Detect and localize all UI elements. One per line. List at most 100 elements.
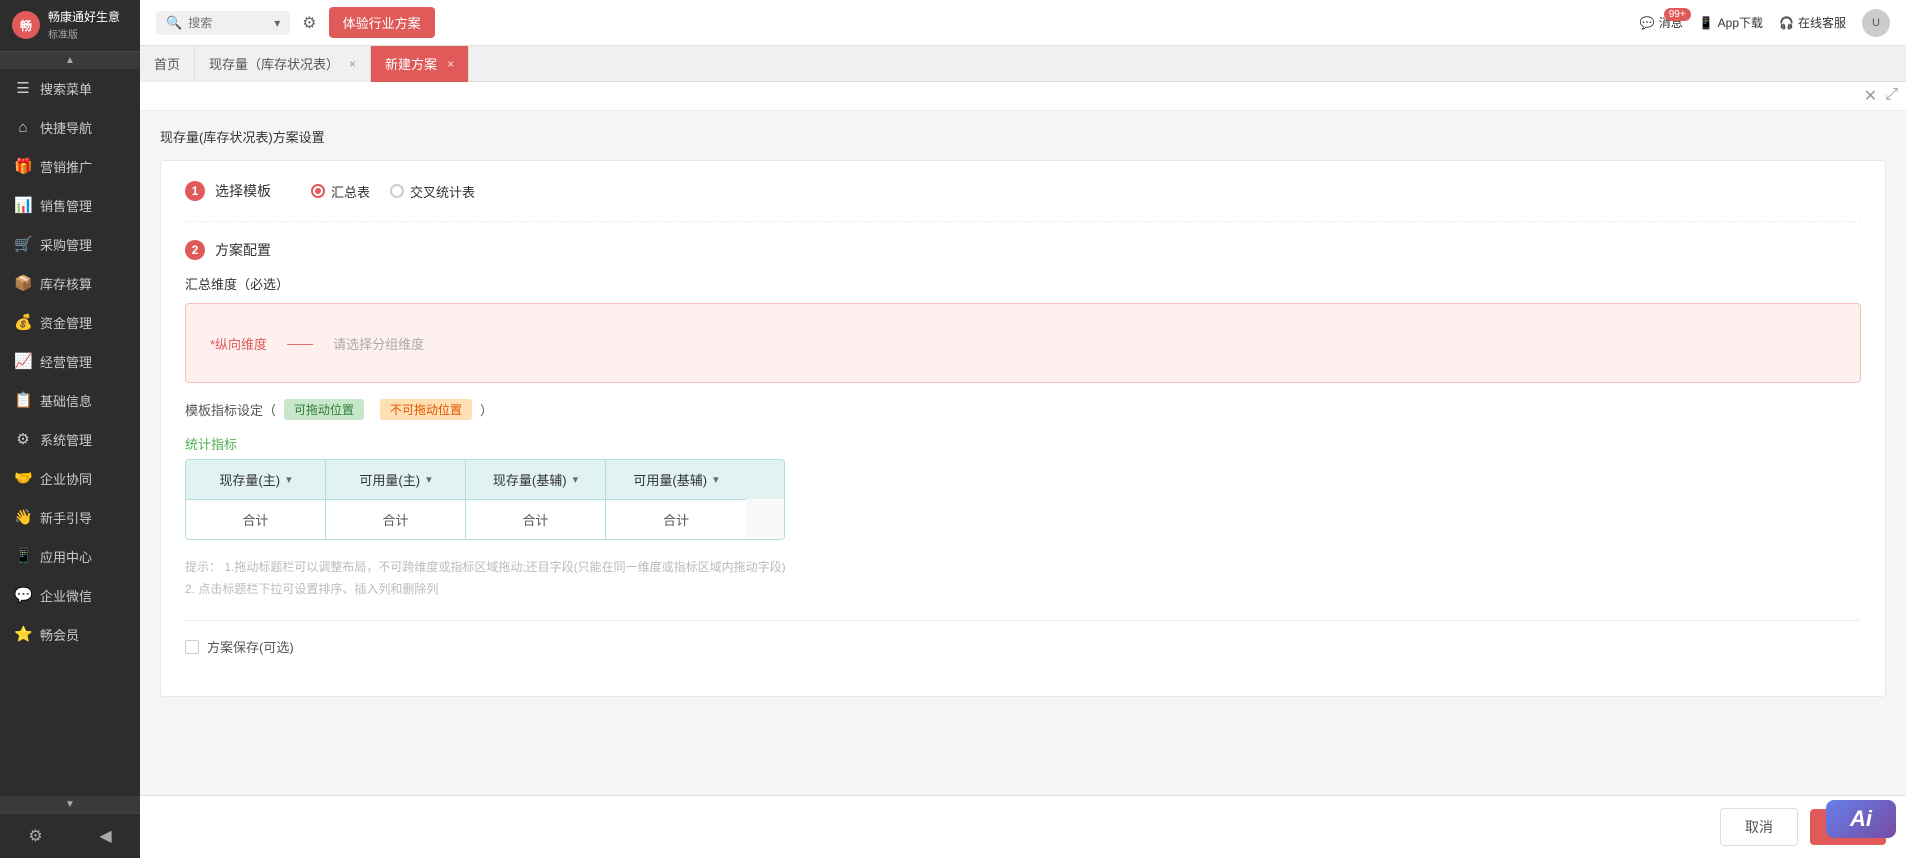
col1-chevron-icon[interactable]: ▾ — [286, 473, 292, 486]
handshake-icon: 🤝 — [14, 469, 32, 487]
sidebar-scroll-down[interactable]: ▼ — [0, 796, 140, 813]
tab-new-close[interactable]: × — [447, 57, 454, 71]
step2-title: 方案配置 — [215, 240, 271, 260]
tab-inventory[interactable]: 现存量（库存状况表） × — [195, 46, 371, 82]
phone-icon: 📱 — [14, 547, 32, 565]
sidebar-item-label: 企业协同 — [40, 469, 92, 488]
step1-title: 选择模板 — [215, 181, 271, 201]
col4-chevron-icon[interactable]: ▾ — [713, 473, 719, 486]
sidebar-item-label: 新手引导 — [40, 508, 92, 527]
stats-col-3-header[interactable]: 现存量(基辅) ▾ — [466, 460, 606, 499]
stats-col-1-label: 现存量(主) — [219, 470, 280, 489]
radio-cross-circle — [390, 184, 404, 198]
sidebar-item-cooperation[interactable]: 🤝 企业协同 — [0, 459, 140, 498]
dimension-arrow: —— — [287, 336, 313, 351]
dimension-required: *纵向维度 — [210, 334, 267, 353]
sidebar-item-label: 搜索菜单 — [40, 79, 92, 98]
radio-summary-label: 汇总表 — [331, 182, 370, 201]
sidebar-item-quicknav[interactable]: ⌂ 快捷导航 — [0, 108, 140, 147]
sidebar-item-label: 系统管理 — [40, 430, 92, 449]
indicators-suffix: ） — [480, 400, 493, 419]
radio-summary-circle — [311, 184, 325, 198]
sidebar-item-system[interactable]: ⚙ 系统管理 — [0, 420, 140, 459]
step2-header: 2 方案配置 — [185, 240, 1861, 260]
step2-num: 2 — [185, 240, 205, 260]
bottom-bar: 取消 查询 — [140, 795, 1906, 858]
close-window-icon[interactable]: ✕ — [1864, 86, 1877, 106]
tab-window: ✕ ⤢ 现存量(库存状况表)方案设置 1 选择模板 汇总表 — [140, 82, 1906, 858]
sidebar-item-management[interactable]: 📈 经营管理 — [0, 342, 140, 381]
app-icon: 📱 — [1699, 16, 1714, 30]
ai-badge[interactable]: Ai — [1826, 800, 1896, 838]
dimension-hint: 请选择分组维度 — [333, 334, 424, 353]
radio-summary[interactable]: 汇总表 — [311, 182, 370, 201]
col3-chevron-icon[interactable]: ▾ — [573, 473, 579, 486]
expand-window-icon[interactable]: ⤢ — [1885, 86, 1898, 106]
sidebar-item-sales[interactable]: 📊 销售管理 — [0, 186, 140, 225]
tip-2: 2. 点击标题栏下拉可设置排序、插入列和删除列 — [185, 579, 1861, 601]
star-icon: ⭐ — [14, 625, 32, 643]
chart-icon: 📊 — [14, 196, 32, 214]
dropdown-icon[interactable]: ▾ — [274, 16, 280, 30]
topbar-service[interactable]: 🎧 在线客服 — [1779, 14, 1846, 31]
sidebar-item-member[interactable]: ⭐ 畅会员 — [0, 615, 140, 654]
radio-cross[interactable]: 交叉统计表 — [390, 182, 475, 201]
sidebar-item-basic-info[interactable]: 📋 基础信息 — [0, 381, 140, 420]
cancel-button[interactable]: 取消 — [1720, 808, 1798, 846]
app-version: 标准版 — [48, 26, 120, 41]
topbar-gear-icon[interactable]: ⚙ — [302, 13, 316, 33]
sidebar: 畅 畅康通好生意 标准版 ▲ ☰ 搜索菜单 ⌂ 快捷导航 🎁 营销推广 📊 销售… — [0, 0, 140, 858]
topbar-app-download[interactable]: 📱 App下载 — [1699, 14, 1763, 31]
settings-button[interactable]: ⚙ — [20, 822, 50, 850]
sidebar-item-search[interactable]: ☰ 搜索菜单 — [0, 69, 140, 108]
stats-col-4-value: 合计 — [663, 510, 689, 529]
stats-col-2-header[interactable]: 可用量(主) ▾ — [326, 460, 466, 499]
template-options: 汇总表 交叉统计表 — [311, 182, 475, 201]
stats-col-4-body: 合计 — [606, 499, 746, 539]
tab-home[interactable]: 首页 — [140, 46, 195, 82]
sidebar-item-purchase[interactable]: 🛒 采购管理 — [0, 225, 140, 264]
sidebar-scroll-up[interactable]: ▲ — [0, 52, 140, 69]
save-label: 方案保存(可选) — [207, 637, 294, 656]
stats-col-1-header[interactable]: 现存量(主) ▾ — [186, 460, 326, 499]
stats-col-3-body: 合计 — [466, 499, 606, 539]
step2-content: 汇总维度（必选） *纵向维度 —— 请选择分组维度 模板指标设定（ 可拖动位置 — [185, 274, 1861, 656]
gift-icon: 🎁 — [14, 157, 32, 175]
stats-col-1-value: 合计 — [242, 510, 268, 529]
save-checkbox[interactable] — [185, 640, 199, 654]
topbar-search-box[interactable]: 🔍 ▾ — [156, 11, 290, 35]
sidebar-item-marketing[interactable]: 🎁 营销推广 — [0, 147, 140, 186]
stats-col-1-body: 合计 — [186, 499, 326, 539]
stats-header-row: 现存量(主) ▾ 可用量(主) ▾ 现存量(基辅) — [186, 460, 784, 499]
stats-col-2-value: 合计 — [382, 510, 408, 529]
sidebar-item-label: 应用中心 — [40, 547, 92, 566]
col2-chevron-icon[interactable]: ▾ — [426, 473, 432, 486]
search-input[interactable] — [188, 16, 268, 30]
dimension-field-label: 汇总维度（必选） — [185, 274, 1861, 293]
sidebar-item-guide[interactable]: 👋 新手引导 — [0, 498, 140, 537]
step2-section: 2 方案配置 汇总维度（必选） *纵向维度 —— 请选择分组维度 — [185, 240, 1861, 656]
sidebar-item-label: 销售管理 — [40, 196, 92, 215]
topbar-right: 💬 消息 99+ 📱 App下载 🎧 在线客服 U — [1640, 9, 1890, 37]
msg-icon: 💬 — [1640, 16, 1655, 30]
cart-icon: 🛒 — [14, 235, 32, 253]
tabbar: 首页 现存量（库存状况表） × 新建方案 × — [140, 46, 1906, 82]
app-name: 畅康通好生意 — [48, 10, 120, 26]
tab-new-plan[interactable]: 新建方案 × — [371, 46, 469, 82]
stats-col-4-header[interactable]: 可用量(基辅) ▾ — [606, 460, 746, 499]
dimension-box[interactable]: *纵向维度 —— 请选择分组维度 — [185, 303, 1861, 383]
sidebar-item-finance[interactable]: 💰 资金管理 — [0, 303, 140, 342]
collapse-button[interactable]: ◀ — [91, 822, 119, 850]
industry-btn[interactable]: 体验行业方案 — [329, 7, 435, 38]
sidebar-item-app-center[interactable]: 📱 应用中心 — [0, 537, 140, 576]
tab-inventory-close[interactable]: × — [349, 57, 356, 71]
stats-col-3-label: 现存量(基辅) — [493, 470, 567, 489]
step1-section: 1 选择模板 汇总表 交叉统计表 — [185, 181, 1861, 201]
sidebar-item-wechat[interactable]: 💬 企业微信 — [0, 576, 140, 615]
money-icon: 💰 — [14, 313, 32, 331]
stats-col-2-body: 合计 — [326, 499, 466, 539]
sidebar-item-inventory[interactable]: 📦 库存核算 — [0, 264, 140, 303]
content-scroll-area: 现存量(库存状况表)方案设置 1 选择模板 汇总表 — [140, 111, 1906, 795]
topbar-msg[interactable]: 💬 消息 99+ — [1640, 14, 1683, 31]
topbar-avatar[interactable]: U — [1862, 9, 1890, 37]
